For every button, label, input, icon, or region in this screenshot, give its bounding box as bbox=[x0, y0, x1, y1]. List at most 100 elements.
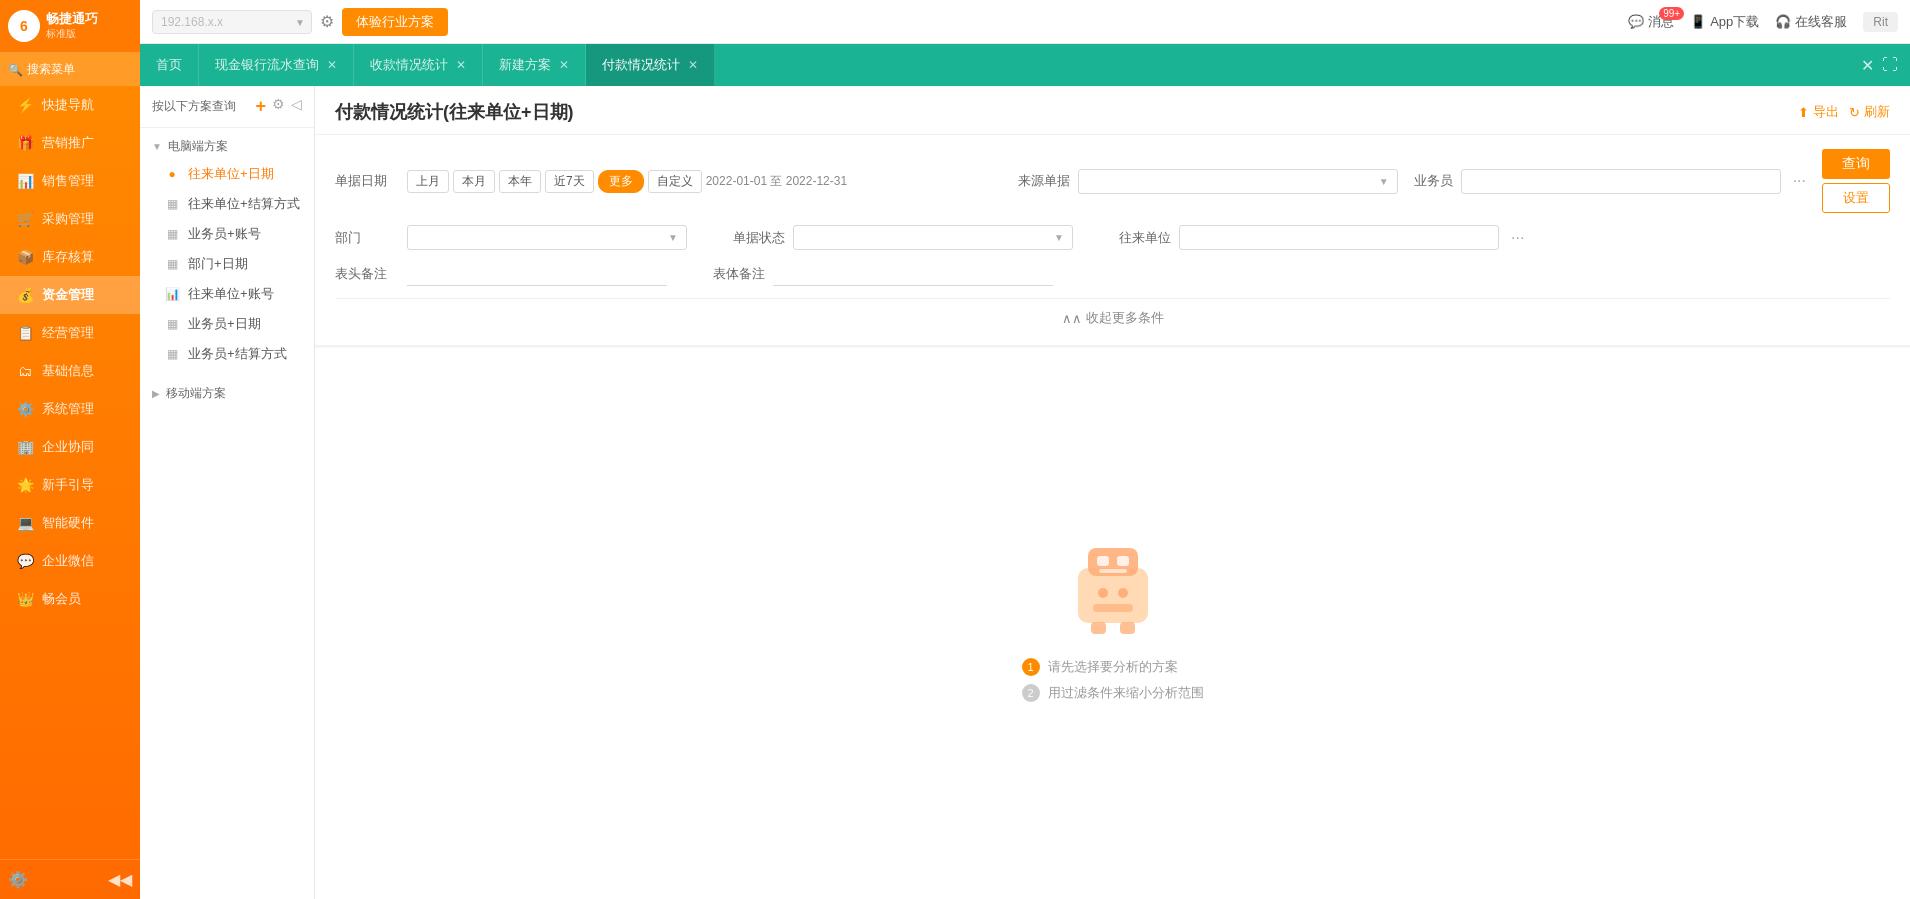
search-menu[interactable]: 🔍 搜索菜单 bbox=[0, 53, 140, 86]
sidebar-nav: ⚡ 快捷导航 🎁 营销推广 📊 销售管理 🛒 采购管理 📦 库存核算 💰 资金管… bbox=[0, 86, 140, 859]
operation-icon: 📋 bbox=[16, 324, 34, 342]
sidebar-item-operation[interactable]: 📋 经营管理 bbox=[0, 314, 140, 352]
tab-payment-close[interactable]: ✕ bbox=[688, 58, 698, 72]
topbar-right: 💬 消息 99+ 📱 App下载 🎧 在线客服 Rit bbox=[1628, 12, 1898, 32]
sidebar-item-collab[interactable]: 🏢 企业协同 bbox=[0, 428, 140, 466]
query-btn[interactable]: 查询 bbox=[1822, 149, 1890, 179]
tab-payment[interactable]: 付款情况统计 ✕ bbox=[586, 44, 715, 86]
scheme-item-dept-date[interactable]: ▦ 部门+日期 bbox=[140, 249, 314, 279]
page-header-actions: ⬆ 导出 ↻ 刷新 bbox=[1798, 103, 1890, 121]
sidebar-item-marketing[interactable]: 🎁 营销推广 bbox=[0, 124, 140, 162]
sidebar-item-sales[interactable]: 📊 销售管理 bbox=[0, 162, 140, 200]
tab-cashflow-close[interactable]: ✕ bbox=[327, 58, 337, 72]
scheme-panel: 按以下方案查询 + ⚙ ◁ ▼ 电脑端方案 ● 往来单位+日期 ▦ bbox=[140, 86, 315, 899]
scheme-table-icon-2: ▦ bbox=[164, 226, 180, 242]
collapse-sidebar-btn[interactable]: ◀◀ bbox=[108, 870, 132, 889]
sidebar-item-basic[interactable]: 🗂 基础信息 bbox=[0, 352, 140, 390]
expand-tab-btn[interactable]: ⛶ bbox=[1882, 56, 1898, 74]
more-btn[interactable]: 更多 bbox=[598, 170, 644, 193]
topbar-left: 192.168.x.x ▼ ⚙ 体验行业方案 bbox=[152, 8, 1620, 36]
sidebar-item-member[interactable]: 👑 畅会员 bbox=[0, 580, 140, 618]
scheme-mobile-group-header[interactable]: ▶ 移动端方案 bbox=[140, 381, 314, 406]
last7-btn[interactable]: 近7天 bbox=[545, 170, 594, 193]
staff-select[interactable] bbox=[1461, 169, 1781, 194]
tab-receipt-close[interactable]: ✕ bbox=[456, 58, 466, 72]
collapse-more-bar: ∧∧ 收起更多条件 bbox=[335, 298, 1890, 331]
sidebar-item-system[interactable]: ⚙️ 系统管理 bbox=[0, 390, 140, 428]
search-icon: 🔍 bbox=[8, 63, 23, 77]
scheme-item-party-date[interactable]: ● 往来单位+日期 bbox=[140, 159, 314, 189]
scheme-item-staff-date[interactable]: ▦ 业务员+日期 bbox=[140, 309, 314, 339]
tab-new-scheme-close[interactable]: ✕ bbox=[559, 58, 569, 72]
sidebar: 6 畅捷通巧 标准版 🔍 搜索菜单 ⚡ 快捷导航 🎁 营销推广 📊 销售管理 🛒… bbox=[0, 0, 140, 899]
sales-icon: 📊 bbox=[16, 172, 34, 190]
sidebar-item-purchase[interactable]: 🛒 采购管理 bbox=[0, 200, 140, 238]
sidebar-item-wechat[interactable]: 💬 企业微信 bbox=[0, 542, 140, 580]
svg-rect-3 bbox=[1117, 556, 1129, 566]
current-year-btn[interactable]: 本年 bbox=[499, 170, 541, 193]
svg-rect-7 bbox=[1093, 604, 1133, 612]
address-chevron-icon: ▼ bbox=[295, 16, 305, 27]
counterparty-dots-btn[interactable]: ··· bbox=[1511, 229, 1524, 247]
sidebar-item-guide[interactable]: 🌟 新手引导 bbox=[0, 466, 140, 504]
sidebar-item-shortcut[interactable]: ⚡ 快捷导航 bbox=[0, 86, 140, 124]
voucher-status-select[interactable]: ▼ bbox=[793, 225, 1073, 250]
source-filter: 来源单据 ▼ bbox=[1018, 169, 1398, 194]
sidebar-logo[interactable]: 6 畅捷通巧 标准版 bbox=[0, 0, 140, 53]
message-btn[interactable]: 💬 消息 99+ bbox=[1628, 13, 1674, 31]
scheme-add-btn[interactable]: + bbox=[255, 96, 266, 117]
scheme-item-staff-settle[interactable]: ▦ 业务员+结算方式 bbox=[140, 339, 314, 369]
logo-text-block: 畅捷通巧 标准版 bbox=[46, 11, 98, 41]
scheme-item-party-settle[interactable]: ▦ 往来单位+结算方式 bbox=[140, 189, 314, 219]
custom-btn[interactable]: 自定义 bbox=[648, 170, 702, 193]
scheme-item-party-account[interactable]: 📊 往来单位+账号 bbox=[140, 279, 314, 309]
collapse-more-btn[interactable]: ∧∧ 收起更多条件 bbox=[1062, 309, 1164, 327]
settings-bottom-btn[interactable]: ⚙️ bbox=[8, 870, 28, 889]
sidebar-item-inventory[interactable]: 📦 库存核算 bbox=[0, 238, 140, 276]
dept-select[interactable]: ▼ bbox=[407, 225, 687, 250]
refresh-btn[interactable]: ↻ 刷新 bbox=[1849, 103, 1890, 121]
setting-btn[interactable]: 设置 bbox=[1822, 183, 1890, 213]
current-month-btn[interactable]: 本月 bbox=[453, 170, 495, 193]
scheme-item-staff-account[interactable]: ▦ 业务员+账号 bbox=[140, 219, 314, 249]
last-month-btn[interactable]: 上月 bbox=[407, 170, 449, 193]
basic-icon: 🗂 bbox=[16, 362, 34, 380]
scheme-panel-header: 按以下方案查询 + ⚙ ◁ bbox=[140, 86, 314, 128]
counterparty-select[interactable] bbox=[1179, 225, 1499, 250]
sidebar-item-hardware[interactable]: 💻 智能硬件 bbox=[0, 504, 140, 542]
app-download-btn[interactable]: 📱 App下载 bbox=[1690, 13, 1759, 31]
table-body-note-input[interactable] bbox=[773, 262, 1053, 286]
tab-home[interactable]: 首页 bbox=[140, 44, 199, 86]
inventory-icon: 📦 bbox=[16, 248, 34, 266]
filter-row-3: 表头备注 表体备注 bbox=[335, 262, 1890, 286]
gear-icon[interactable]: ⚙ bbox=[320, 12, 334, 31]
address-bar[interactable]: 192.168.x.x ▼ bbox=[152, 10, 312, 34]
counterparty-label: 往来单位 bbox=[1119, 229, 1171, 247]
source-select[interactable]: ▼ bbox=[1078, 169, 1398, 194]
close-all-tabs-btn[interactable]: ✕ bbox=[1861, 56, 1874, 75]
table-head-note-input[interactable] bbox=[407, 262, 667, 286]
staff-dots-btn[interactable]: ··· bbox=[1793, 172, 1806, 190]
logo-subtitle: 标准版 bbox=[46, 27, 98, 41]
scheme-pc-group-header[interactable]: ▼ 电脑端方案 bbox=[140, 134, 314, 159]
svg-point-5 bbox=[1098, 588, 1108, 598]
scheme-collapse-btn[interactable]: ◁ bbox=[291, 96, 302, 117]
scheme-mobile-group: ▶ 移动端方案 bbox=[140, 375, 314, 412]
trial-btn[interactable]: 体验行业方案 bbox=[342, 8, 448, 36]
tab-receipt[interactable]: 收款情况统计 ✕ bbox=[354, 44, 483, 86]
sidebar-item-finance[interactable]: 💰 资金管理 bbox=[0, 276, 140, 314]
export-btn[interactable]: ⬆ 导出 bbox=[1798, 103, 1839, 121]
scheme-setting-btn[interactable]: ⚙ bbox=[272, 96, 285, 117]
finance-icon: 💰 bbox=[16, 286, 34, 304]
date-btn-group: 上月 本月 本年 近7天 更多 自定义 2022-01-01 至 2022-12… bbox=[407, 170, 847, 193]
avatar[interactable]: Rit bbox=[1863, 12, 1898, 32]
tab-cashflow[interactable]: 现金银行流水查询 ✕ bbox=[199, 44, 354, 86]
address-text: 192.168.x.x bbox=[161, 15, 223, 29]
tab-new-scheme[interactable]: 新建方案 ✕ bbox=[483, 44, 586, 86]
empty-tip-2: 2 用过滤条件来缩小分析范围 bbox=[1022, 684, 1204, 702]
table-head-note-label: 表头备注 bbox=[335, 265, 391, 283]
filter-actions: 查询 设置 bbox=[1822, 149, 1890, 213]
refresh-icon: ↻ bbox=[1849, 105, 1860, 120]
mobile-group-arrow-icon: ▶ bbox=[152, 388, 160, 399]
service-btn[interactable]: 🎧 在线客服 bbox=[1775, 13, 1847, 31]
